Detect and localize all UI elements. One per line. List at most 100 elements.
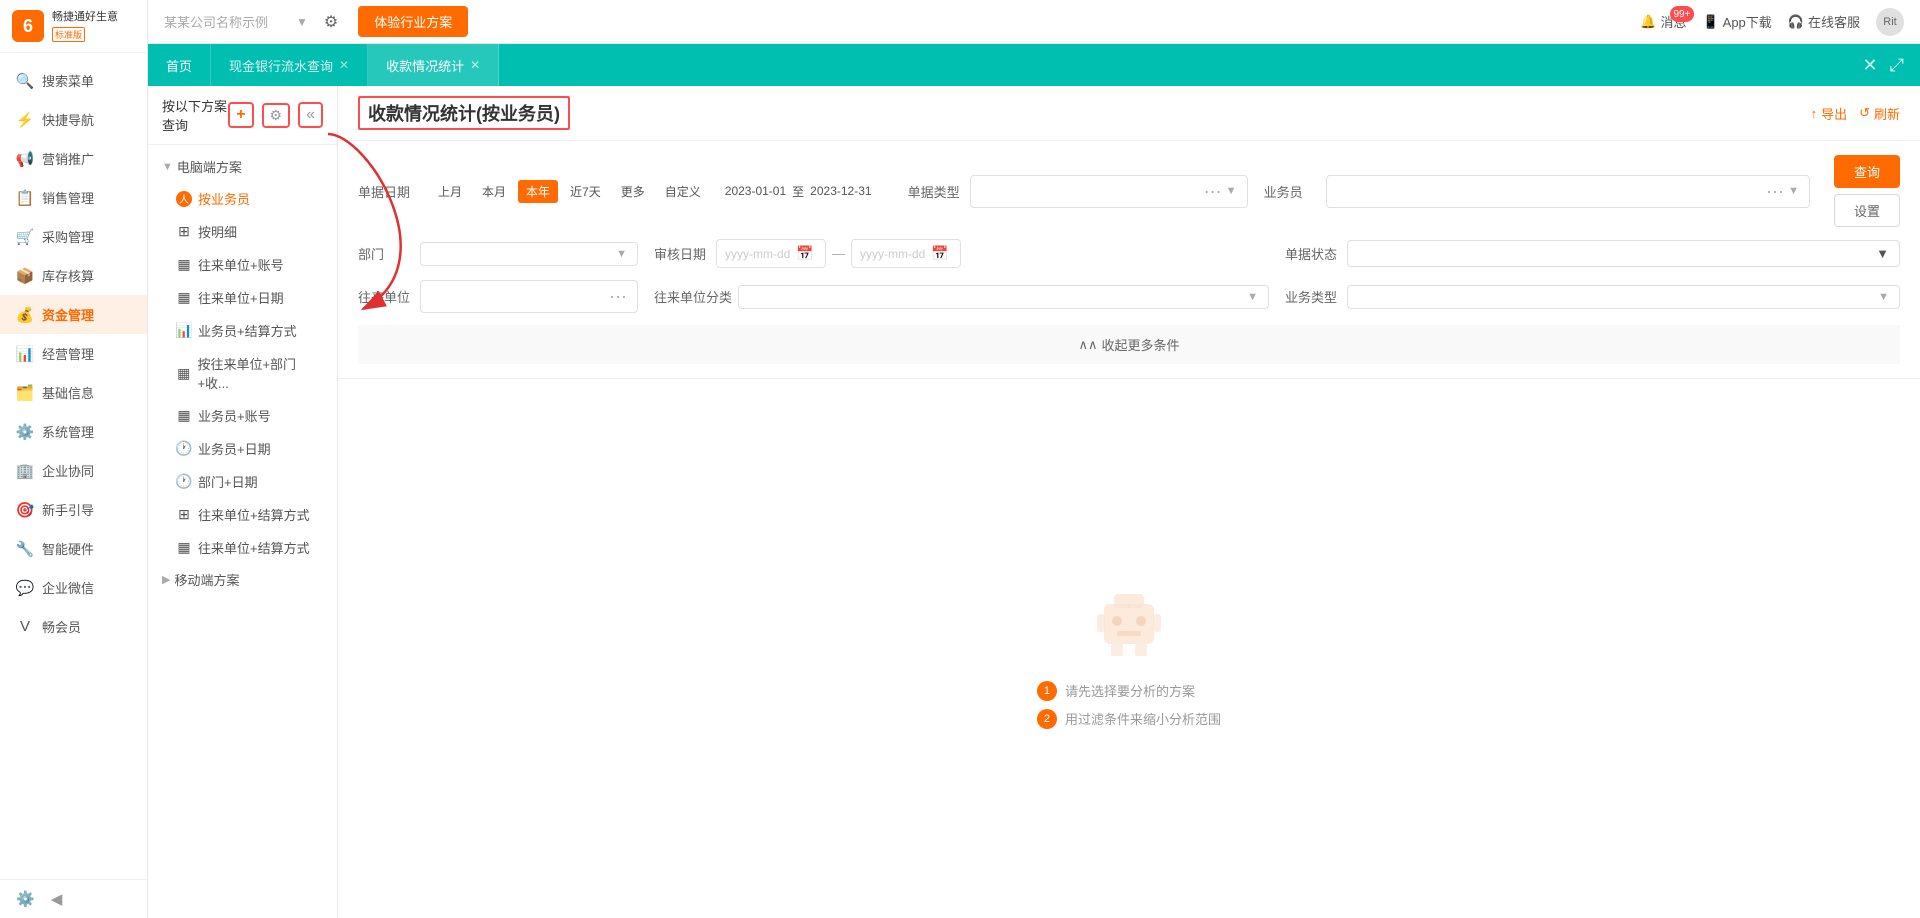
scheme-item-unit-settle2[interactable]: ▦ 往来单位+结算方式 — [148, 531, 337, 564]
scheme-group-mobile-header[interactable]: ▶ 移动端方案 — [148, 564, 337, 595]
sidebar-item-guide[interactable]: 🎯 新手引导 — [0, 490, 147, 529]
date-btn-this-year[interactable]: 本年 — [518, 180, 558, 203]
sidebar-item-quick-nav[interactable]: ⚡ 快捷导航 — [0, 100, 147, 139]
sidebar-item-ops[interactable]: 📊 经营管理 — [0, 334, 147, 373]
date-separator: — — [832, 246, 845, 261]
doc-type-dropdown[interactable]: ··· ▼ — [970, 175, 1248, 208]
headset-icon: 🎧 — [1788, 14, 1804, 30]
counterpart-group: 往来单位 ··· — [358, 280, 638, 313]
unit-settle2-icon: ▦ — [176, 540, 192, 556]
close-window-btn[interactable]: ✕ — [1863, 55, 1878, 76]
scheme-item-dept-date[interactable]: 🕐 部门+日期 — [148, 465, 337, 498]
scheme-item-by-salesperson[interactable]: 人 按业务员 — [148, 182, 337, 215]
scheme-item-unit-date[interactable]: ▦ 往来单位+日期 — [148, 281, 337, 314]
sidebar-item-system[interactable]: ⚙️ 系统管理 — [0, 412, 147, 451]
scheme-item-unit-dept[interactable]: ▦ 按往来单位+部门+收... — [148, 347, 337, 399]
review-date-from[interactable]: yyyy-mm-dd 📅 — [716, 239, 826, 268]
empty-step-1: 1 请先选择要分析的方案 — [1037, 681, 1221, 701]
guide-icon: 🎯 — [16, 501, 34, 519]
marketing-icon: 📢 — [16, 150, 34, 168]
counterpart-more-btn[interactable]: ··· — [609, 286, 627, 307]
scheme-item-sales-date[interactable]: 🕐 业务员+日期 — [148, 432, 337, 465]
scheme-collapse-btn[interactable]: « — [298, 102, 323, 128]
empty-step-2: 2 用过滤条件来缩小分析范围 — [1037, 709, 1221, 729]
scheme-panel-header: 按以下方案查询 + ⚙ « — [148, 86, 337, 145]
dept-group: 部门 ▼ — [358, 242, 638, 266]
doc-type-arrow-icon: ▼ — [1226, 185, 1237, 197]
sidebar-item-finance[interactable]: 💰 资金管理 — [0, 295, 147, 334]
sidebar-item-hardware[interactable]: 🔧 智能硬件 — [0, 529, 147, 568]
salesperson-more-btn[interactable]: ··· — [1766, 181, 1784, 202]
sidebar-item-wechat[interactable]: 💬 企业微信 — [0, 568, 147, 607]
user-avatar[interactable]: Rit — [1876, 8, 1904, 36]
doc-type-more-btn[interactable]: ··· — [1204, 181, 1222, 202]
scheme-group-desktop-header[interactable]: ▼ 电脑端方案 — [148, 151, 337, 182]
scheme-setting-btn[interactable]: ⚙ — [262, 103, 291, 128]
collapse-more-row[interactable]: ∧∧ 收起更多条件 — [358, 325, 1900, 364]
collapse-sidebar-btn[interactable]: ◀︎ — [51, 890, 63, 908]
counterpart-class-dropdown[interactable]: ▼ — [738, 285, 1269, 309]
date-btn-custom[interactable]: 自定义 — [657, 180, 709, 203]
collapse-icon: ∧∧ — [1078, 337, 1097, 353]
sidebar-item-purchase[interactable]: 🛒 采购管理 — [0, 217, 147, 256]
filter-row-2: 部门 ▼ 审核日期 yyyy-mm-dd 📅 — — [358, 239, 1900, 268]
scheme-add-btn[interactable]: + — [228, 102, 253, 128]
refresh-icon: ↺ — [1859, 105, 1870, 121]
doc-status-dropdown[interactable]: ▼ — [1347, 240, 1900, 267]
date-btn-last-month[interactable]: 上月 — [430, 180, 470, 203]
tabbar-right-actions: ✕ ⤢ — [1863, 44, 1920, 86]
query-btn[interactable]: 查询 — [1834, 155, 1900, 188]
doc-type-label: 单据类型 — [908, 182, 964, 201]
set-btn[interactable]: 设置 — [1834, 194, 1900, 227]
date-shortcuts: 上月 本月 本年 近7天 更多 自定义 — [430, 180, 709, 203]
sidebar-item-marketing[interactable]: 📢 营销推广 — [0, 139, 147, 178]
tab-bank-flow[interactable]: 现金银行流水查询 ✕ — [211, 44, 368, 86]
sidebar-item-corp[interactable]: 🏢 企业协同 — [0, 451, 147, 490]
topbar-gear-icon[interactable]: ⚙ — [324, 12, 338, 32]
doc-status-label: 单据状态 — [1285, 244, 1341, 263]
search-icon: 🔍 — [16, 72, 34, 90]
date-btn-this-month[interactable]: 本月 — [474, 180, 514, 203]
sidebar-item-sales[interactable]: 📋 销售管理 — [0, 178, 147, 217]
sidebar-item-search[interactable]: 🔍 搜索菜单 — [0, 61, 147, 100]
sales-date-icon: 🕐 — [176, 441, 192, 457]
dept-dropdown[interactable]: ▼ — [420, 242, 638, 266]
scheme-item-unit-account[interactable]: ▦ 往来单位+账号 — [148, 248, 337, 281]
doc-type-group: 单据类型 ··· ▼ — [908, 175, 1248, 208]
review-date-to[interactable]: yyyy-mm-dd 📅 — [851, 239, 961, 268]
step-1-num: 1 — [1037, 681, 1057, 701]
app-download-btn[interactable]: 📱 App下载 — [1702, 12, 1771, 31]
tab-receipt-stat[interactable]: 收款情况统计 ✕ — [368, 44, 499, 86]
tab-close-receipt-stat[interactable]: ✕ — [470, 58, 480, 72]
filter-row-3: 往来单位 ··· 往来单位分类 ▼ 业务 — [358, 280, 1900, 313]
scheme-item-sales-settle[interactable]: 📊 业务员+结算方式 — [148, 314, 337, 347]
sidebar-item-member[interactable]: V 畅会员 — [0, 607, 147, 646]
tab-home[interactable]: 首页 — [148, 44, 211, 86]
export-btn[interactable]: ↑ 导出 — [1811, 104, 1848, 123]
filter-row-1: 单据日期 上月 本月 本年 近7天 更多 自定义 2023-01-01 至 20… — [358, 155, 1900, 227]
date-btn-more[interactable]: 更多 — [613, 180, 653, 203]
unit-settle1-icon: ⊞ — [176, 507, 192, 523]
scheme-item-by-detail[interactable]: ⊞ 按明细 — [148, 215, 337, 248]
notifications-btn[interactable]: 🔔 消息 99+ — [1640, 12, 1686, 31]
sidebar-item-inventory[interactable]: 📦 库存核算 — [0, 256, 147, 295]
tab-close-bank-flow[interactable]: ✕ — [339, 58, 349, 72]
topbar-right: 🔔 消息 99+ 📱 App下载 🎧 在线客服 Rit — [1640, 8, 1904, 36]
settings-bottom-btn[interactable]: ⚙️ — [16, 890, 35, 908]
counterpart-dropdown[interactable]: ··· — [420, 280, 638, 313]
unit-date-icon: ▦ — [176, 290, 192, 306]
refresh-btn[interactable]: ↺ 刷新 — [1859, 104, 1900, 123]
collapse-more-btn[interactable]: ∧∧ 收起更多条件 — [1078, 335, 1179, 354]
biz-type-dropdown[interactable]: ▼ — [1347, 285, 1900, 309]
system-icon: ⚙️ — [16, 423, 34, 441]
scheme-item-sales-account[interactable]: ▦ 业务员+账号 — [148, 399, 337, 432]
sales-account-icon: ▦ — [176, 408, 192, 424]
online-service-btn[interactable]: 🎧 在线客服 — [1788, 12, 1860, 31]
sidebar-item-basic[interactable]: 🗂️ 基础信息 — [0, 373, 147, 412]
demo-btn[interactable]: 体验行业方案 — [358, 6, 468, 37]
scheme-item-unit-settle1[interactable]: ⊞ 往来单位+结算方式 — [148, 498, 337, 531]
date-btn-7days[interactable]: 近7天 — [562, 180, 609, 203]
expand-window-btn[interactable]: ⤢ — [1890, 55, 1904, 76]
salesperson-dropdown[interactable]: ··· ▼ — [1326, 175, 1810, 208]
right-content: 收款情况统计(按业务员) ↑ 导出 ↺ 刷新 单据日期 — [338, 86, 1920, 918]
